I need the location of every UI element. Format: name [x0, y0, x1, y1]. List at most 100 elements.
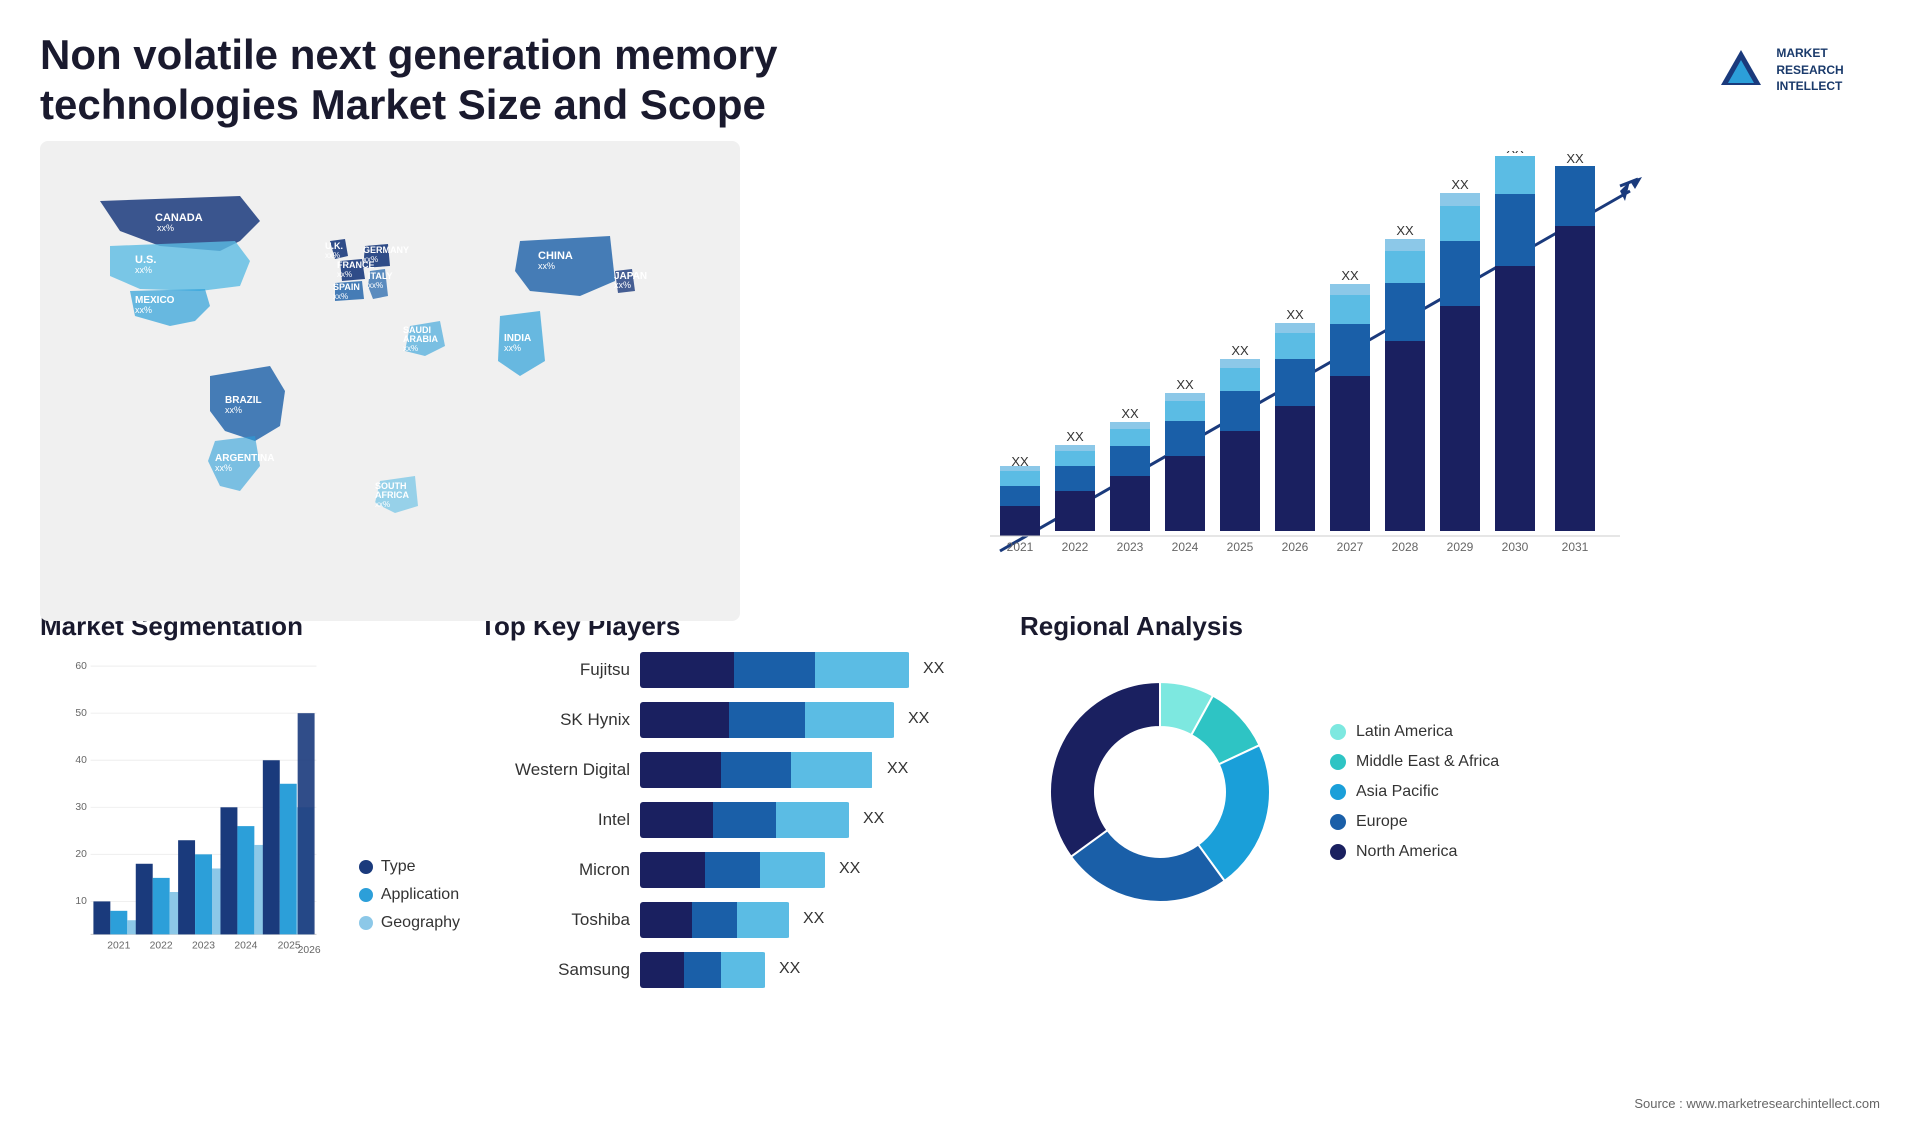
top-row: CANADA xx% U.S. xx% MEXICO xx% BRAZIL xx… — [40, 141, 1880, 641]
svg-text:xx%: xx% — [614, 280, 631, 290]
player-bar-container: XX — [640, 752, 1000, 788]
logo-box: MARKET RESEARCH INTELLECT — [1680, 30, 1880, 110]
growth-bar-chart: XX 2021 XX 2022 XX 2023 — [760, 151, 1860, 591]
svg-text:2029: 2029 — [1447, 540, 1474, 554]
player-bar-container: XX — [640, 802, 1000, 838]
svg-text:xx%: xx% — [333, 292, 348, 301]
regional-legend-label: Middle East & Africa — [1356, 753, 1499, 771]
svg-text:xx%: xx% — [337, 270, 352, 279]
svg-text:xx%: xx% — [403, 344, 418, 353]
player-name: Toshiba — [480, 910, 630, 930]
regional-legend-item: Europe — [1330, 813, 1499, 831]
player-bar-container: XX — [640, 852, 1000, 888]
svg-text:XX: XX — [1341, 268, 1359, 283]
svg-text:ITALY: ITALY — [368, 271, 393, 281]
donut-area: Latin America Middle East & Africa Asia … — [1020, 652, 1880, 932]
player-row: Samsung XX — [480, 952, 1000, 988]
player-row: Micron XX — [480, 852, 1000, 888]
application-label: Application — [381, 886, 459, 904]
logo-icon — [1716, 45, 1766, 95]
player-bar-container: XX — [640, 952, 1000, 988]
svg-text:xx%: xx% — [135, 265, 152, 275]
player-value: XX — [803, 910, 824, 928]
svg-text:30: 30 — [75, 802, 87, 813]
svg-text:xx%: xx% — [538, 261, 555, 271]
player-row: SK Hynix XX — [480, 702, 1000, 738]
svg-text:2022: 2022 — [150, 940, 173, 951]
svg-text:XX: XX — [1286, 307, 1304, 322]
player-row: Intel XX — [480, 802, 1000, 838]
svg-text:2031: 2031 — [1562, 540, 1589, 554]
svg-text:xx%: xx% — [504, 343, 521, 353]
regional-donut-chart — [1020, 652, 1300, 932]
svg-text:XX: XX — [1011, 454, 1029, 469]
svg-text:2024: 2024 — [1172, 540, 1199, 554]
bottom-row: Market Segmentation 60 50 40 30 20 10 — [40, 611, 1880, 1091]
type-label: Type — [381, 858, 416, 876]
svg-text:60: 60 — [75, 661, 87, 672]
regional-legend-dot — [1330, 844, 1346, 860]
svg-text:XX: XX — [1566, 151, 1584, 166]
regional-legend-label: North America — [1356, 843, 1457, 861]
segmentation-section: Market Segmentation 60 50 40 30 20 10 — [40, 611, 460, 1091]
svg-text:2027: 2027 — [1337, 540, 1364, 554]
segmentation-chart: 60 50 40 30 20 10 — [40, 652, 339, 972]
player-row: Western Digital XX — [480, 752, 1000, 788]
legend-geography: Geography — [359, 914, 460, 932]
svg-text:xx%: xx% — [135, 305, 152, 315]
player-row: Toshiba XX — [480, 902, 1000, 938]
svg-text:xx%: xx% — [368, 281, 383, 290]
application-dot — [359, 888, 373, 902]
regional-legend-item: Middle East & Africa — [1330, 753, 1499, 771]
player-name: Samsung — [480, 960, 630, 980]
player-value: XX — [923, 660, 944, 678]
svg-text:GERMANY: GERMANY — [363, 245, 409, 255]
svg-text:xx%: xx% — [375, 500, 390, 509]
content-area: CANADA xx% U.S. xx% MEXICO xx% BRAZIL xx… — [0, 141, 1920, 1091]
svg-text:xx%: xx% — [215, 463, 232, 473]
svg-text:2023: 2023 — [1117, 540, 1144, 554]
regional-section: Regional Analysis Latin America Middle E… — [1020, 611, 1880, 1091]
svg-text:xx%: xx% — [157, 223, 174, 233]
svg-text:2021: 2021 — [107, 940, 130, 951]
svg-text:2021: 2021 — [1007, 540, 1034, 554]
players-list: Fujitsu XX SK Hynix XX Western D — [480, 652, 1000, 988]
regional-legend: Latin America Middle East & Africa Asia … — [1330, 723, 1499, 861]
svg-text:2026: 2026 — [1282, 540, 1309, 554]
type-dot — [359, 860, 373, 874]
players-section: Top Key Players Fujitsu XX SK Hynix — [480, 611, 1000, 1091]
svg-text:xx%: xx% — [225, 405, 242, 415]
world-map: CANADA xx% U.S. xx% MEXICO xx% BRAZIL xx… — [40, 141, 740, 621]
svg-text:XX: XX — [1451, 177, 1469, 192]
player-name: SK Hynix — [480, 710, 630, 730]
donut-segment — [1050, 682, 1160, 857]
svg-text:2025: 2025 — [1227, 540, 1254, 554]
svg-text:xx%: xx% — [325, 251, 340, 260]
seg-chart-area: 60 50 40 30 20 10 — [40, 652, 460, 972]
player-row: Fujitsu XX — [480, 652, 1000, 688]
svg-text:XX: XX — [1396, 223, 1414, 238]
regional-legend-item: Latin America — [1330, 723, 1499, 741]
logo-area: MARKET RESEARCH INTELLECT — [1680, 30, 1880, 110]
svg-text:XX: XX — [1231, 343, 1249, 358]
svg-text:AFRICA: AFRICA — [375, 490, 409, 500]
player-value: XX — [863, 810, 884, 828]
svg-text:50: 50 — [75, 708, 87, 719]
regional-legend-item: Asia Pacific — [1330, 783, 1499, 801]
svg-text:2022: 2022 — [1062, 540, 1089, 554]
geography-label: Geography — [381, 914, 460, 932]
regional-title: Regional Analysis — [1020, 611, 1880, 642]
regional-legend-dot — [1330, 784, 1346, 800]
bar-chart-section: XX 2021 XX 2022 XX 2023 — [760, 141, 1880, 641]
player-bar-container: XX — [640, 902, 1000, 938]
regional-legend-dot — [1330, 724, 1346, 740]
regional-legend-label: Europe — [1356, 813, 1408, 831]
legend-type: Type — [359, 858, 460, 876]
svg-text:U.K.: U.K. — [325, 241, 343, 251]
regional-legend-label: Asia Pacific — [1356, 783, 1439, 801]
svg-text:XX: XX — [1121, 406, 1139, 421]
svg-text:xx%: xx% — [363, 255, 378, 264]
svg-text:XX: XX — [1176, 377, 1194, 392]
geography-dot — [359, 916, 373, 930]
svg-text:2026: 2026 — [298, 945, 321, 956]
